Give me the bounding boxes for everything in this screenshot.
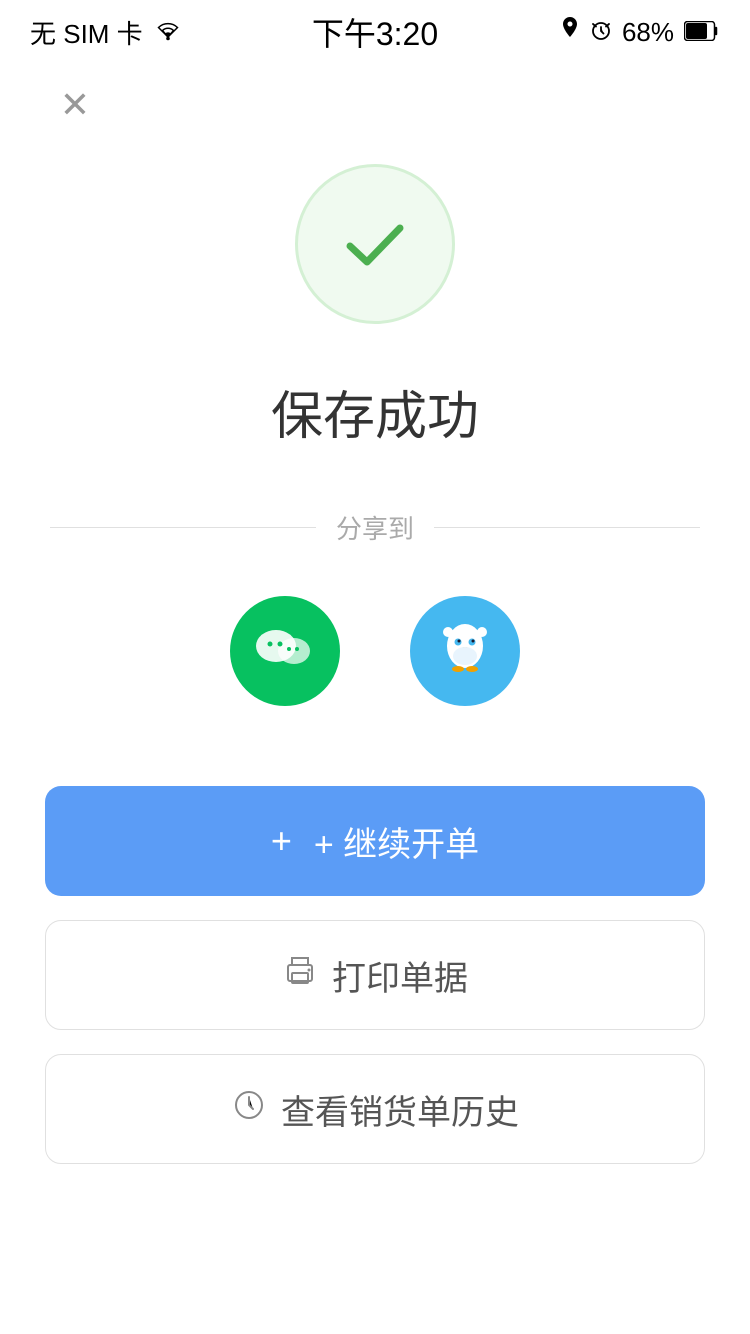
checkmark-icon bbox=[335, 204, 415, 284]
wechat-share-button[interactable] bbox=[230, 596, 340, 706]
battery-icon bbox=[684, 17, 720, 48]
alarm-icon bbox=[590, 17, 612, 48]
wifi-icon bbox=[153, 17, 183, 48]
success-title: 保存成功 bbox=[271, 374, 479, 449]
print-label: 打印单据 bbox=[332, 951, 468, 1000]
history-button[interactable]: 查看销货单历史 bbox=[45, 1054, 705, 1164]
success-circle bbox=[295, 164, 455, 324]
status-time: 下午3:20 bbox=[312, 9, 438, 55]
print-icon bbox=[282, 953, 318, 998]
history-label: 查看销货单历史 bbox=[281, 1085, 519, 1134]
continue-button[interactable]: + + 继续开单 bbox=[45, 786, 705, 896]
share-icons bbox=[230, 596, 520, 706]
history-icon bbox=[231, 1087, 267, 1132]
divider-line-right bbox=[434, 527, 700, 528]
action-buttons: + + 继续开单 打印单据 查看销货单历 bbox=[45, 786, 705, 1164]
print-button[interactable]: 打印单据 bbox=[45, 920, 705, 1030]
plus-icon: + bbox=[271, 820, 292, 862]
battery-text: 68% bbox=[622, 17, 674, 48]
status-bar: 无 SIM 卡 下午3:20 68% bbox=[0, 0, 750, 64]
main-content: 保存成功 分享到 bbox=[0, 64, 750, 1164]
status-left: 无 SIM 卡 bbox=[30, 14, 183, 51]
close-button[interactable]: ✕ bbox=[50, 80, 100, 130]
divider-line-left bbox=[50, 527, 316, 528]
close-icon: ✕ bbox=[60, 87, 90, 123]
status-right: 68% bbox=[560, 17, 720, 48]
continue-label: + 继续开单 bbox=[314, 817, 479, 866]
share-label: 分享到 bbox=[316, 509, 434, 546]
qq-share-button[interactable] bbox=[410, 596, 520, 706]
location-icon bbox=[560, 17, 580, 48]
sim-text: 无 SIM 卡 bbox=[30, 14, 143, 51]
share-divider: 分享到 bbox=[0, 509, 750, 546]
